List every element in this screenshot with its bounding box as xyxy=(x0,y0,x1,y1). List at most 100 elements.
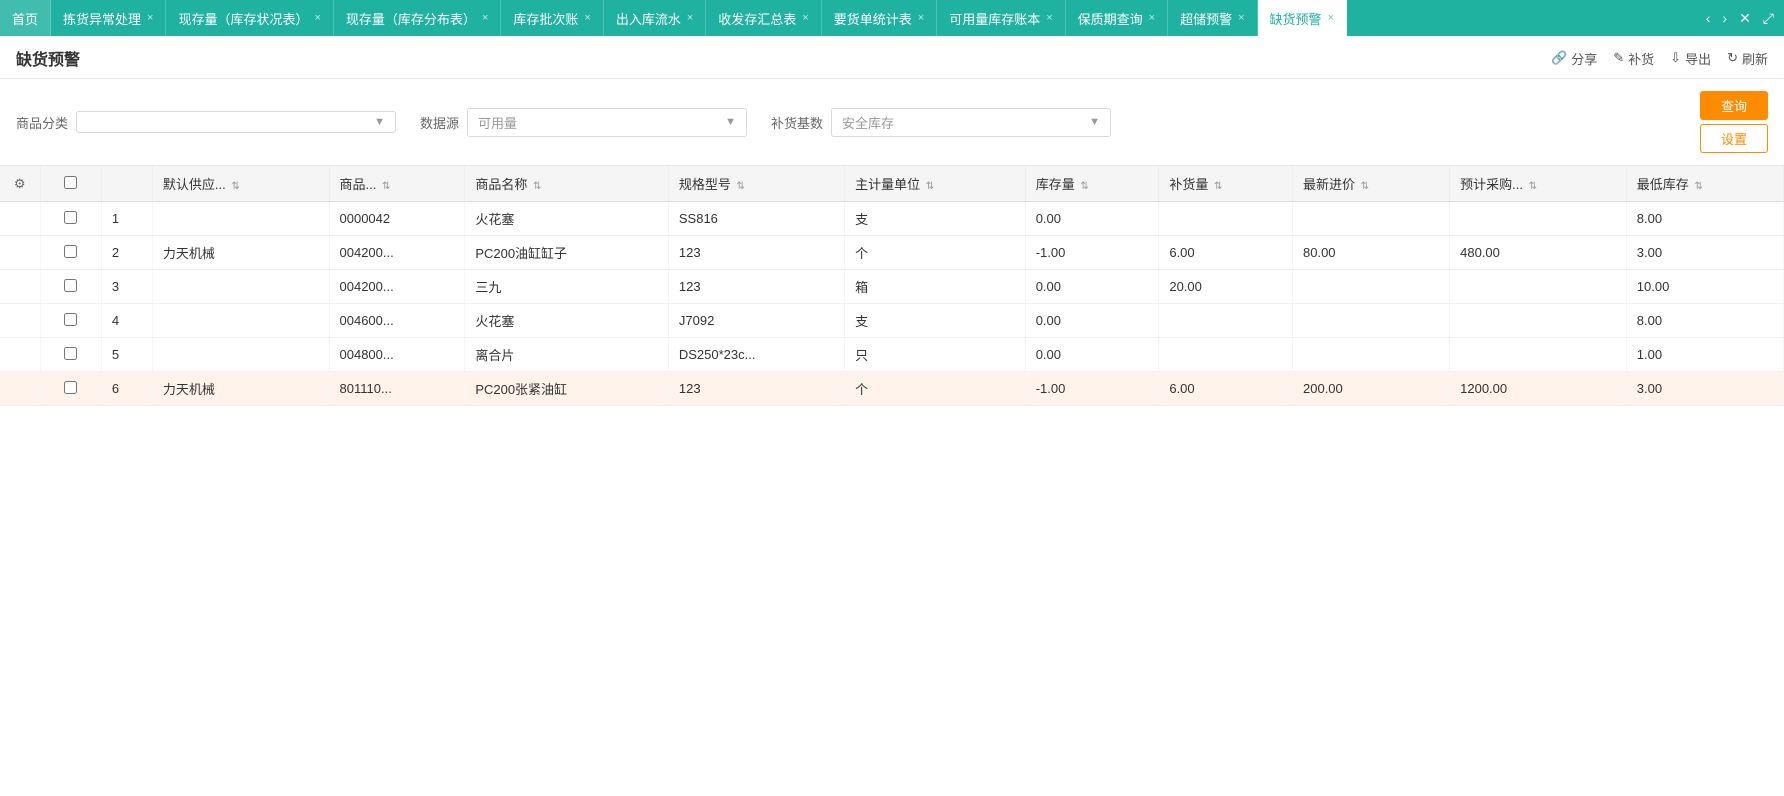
datasource-label: 数据源 xyxy=(420,113,459,132)
row-checkbox-cell[interactable] xyxy=(40,270,101,304)
row-spec: J7092 xyxy=(668,304,844,338)
table-container: ⚙ 默认供应... ⇅ 商品... ⇅ 商品名称 xyxy=(0,166,1784,406)
table-row: 4 004600... 火花塞 J7092 支 0.00 8.00 xyxy=(0,304,1784,338)
row-checkbox[interactable] xyxy=(64,279,77,292)
tab-close-all[interactable]: ✕ xyxy=(1733,6,1757,31)
category-label: 商品分类 xyxy=(16,113,68,132)
col-checkbox-header[interactable] xyxy=(40,166,101,202)
col-product-code-label: 商品... xyxy=(340,177,377,192)
tab-shortage-close[interactable]: × xyxy=(1328,12,1334,24)
tab-inventory-dist-close[interactable]: × xyxy=(482,12,488,24)
row-checkbox[interactable] xyxy=(64,313,77,326)
row-stock: -1.00 xyxy=(1025,372,1159,406)
col-min-stock-header[interactable]: 最低库存 ⇅ xyxy=(1626,166,1783,202)
min-stock-sort-icon[interactable]: ⇅ xyxy=(1694,181,1702,192)
row-checkbox[interactable] xyxy=(64,347,77,360)
page-title: 缺货预警 xyxy=(16,46,80,70)
filter-bar: 商品分类 ▼ 数据源 可用量 ▼ 补货基数 安全库存 ▼ 查询 设置 xyxy=(0,79,1784,166)
spec-sort-icon[interactable]: ⇅ xyxy=(737,181,745,192)
row-est-purchase xyxy=(1450,338,1627,372)
tab-maximize[interactable]: ⤢ xyxy=(1757,6,1780,31)
col-supplier-header[interactable]: 默认供应... ⇅ xyxy=(152,166,329,202)
replenish-button[interactable]: ✎ 补货 xyxy=(1613,49,1654,68)
row-checkbox-cell[interactable] xyxy=(40,372,101,406)
tab-bar: 首页 拣货异常处理 × 现存量（库存状况表） × 现存量（库存分布表） × 库存… xyxy=(0,0,1784,36)
datasource-select[interactable]: 可用量 ▼ xyxy=(467,108,747,137)
row-checkbox[interactable] xyxy=(64,211,77,224)
settings-button[interactable]: 设置 xyxy=(1700,124,1768,153)
tab-overstock[interactable]: 超储预警 × xyxy=(1168,0,1257,36)
unit-sort-icon[interactable]: ⇅ xyxy=(926,181,934,192)
col-min-stock-label: 最低库存 xyxy=(1637,177,1689,192)
query-button[interactable]: 查询 xyxy=(1700,91,1768,120)
export-button[interactable]: ⇩ 导出 xyxy=(1670,49,1711,68)
tab-expiry[interactable]: 保质期查询 × xyxy=(1066,0,1168,36)
share-button[interactable]: 🔗 分享 xyxy=(1551,49,1597,68)
row-index: 2 xyxy=(101,236,152,270)
page-content: 缺货预警 🔗 分享 ✎ 补货 ⇩ 导出 ↻ 刷新 商品分类 xyxy=(0,36,1784,796)
tab-req-stats[interactable]: 要货单统计表 × xyxy=(822,0,937,36)
tab-inventory-status-close[interactable]: × xyxy=(314,12,320,24)
row-settings-cell xyxy=(0,202,40,236)
tab-req-stats-close[interactable]: × xyxy=(918,12,924,24)
tab-expiry-close[interactable]: × xyxy=(1149,12,1155,24)
tab-scroll-right[interactable]: › xyxy=(1716,6,1733,30)
category-select[interactable]: ▼ xyxy=(76,111,396,133)
tab-home[interactable]: 首页 xyxy=(0,0,51,36)
tab-expiry-label: 保质期查询 xyxy=(1078,9,1143,28)
tab-overstock-close[interactable]: × xyxy=(1238,12,1244,24)
stock-sort-icon[interactable]: ⇅ xyxy=(1080,181,1088,192)
tab-flow[interactable]: 出入库流水 × xyxy=(604,0,706,36)
col-latest-price-header[interactable]: 最新进价 ⇅ xyxy=(1293,166,1450,202)
col-supplier-label: 默认供应... xyxy=(163,177,226,192)
col-product-name-header[interactable]: 商品名称 ⇅ xyxy=(465,166,669,202)
product-name-sort-icon[interactable]: ⇅ xyxy=(533,181,541,192)
row-settings-cell xyxy=(0,304,40,338)
replenish-select[interactable]: 安全库存 ▼ xyxy=(831,108,1111,137)
row-settings-cell xyxy=(0,270,40,304)
row-checkbox[interactable] xyxy=(64,245,77,258)
col-replenish-qty-label: 补货量 xyxy=(1169,177,1208,192)
settings-gear-icon[interactable]: ⚙ xyxy=(14,176,26,191)
select-all-checkbox[interactable] xyxy=(64,176,77,189)
tab-shortage[interactable]: 缺货预警 × xyxy=(1258,0,1347,36)
tab-flow-close[interactable]: × xyxy=(687,12,693,24)
row-checkbox[interactable] xyxy=(64,381,77,394)
tab-available-label: 可用量库存账本 xyxy=(949,9,1040,28)
row-checkbox-cell[interactable] xyxy=(40,304,101,338)
tab-scroll-left[interactable]: ‹ xyxy=(1700,6,1717,30)
share-icon: 🔗 xyxy=(1551,50,1567,66)
tab-exception-close[interactable]: × xyxy=(147,12,153,24)
row-product-code: 004200... xyxy=(329,236,465,270)
col-index-header xyxy=(101,166,152,202)
col-product-code-header[interactable]: 商品... ⇅ xyxy=(329,166,465,202)
row-checkbox-cell[interactable] xyxy=(40,338,101,372)
tab-summary[interactable]: 收发存汇总表 × xyxy=(706,0,821,36)
row-replenish-qty: 6.00 xyxy=(1159,372,1293,406)
tab-inventory-dist-label: 现存量（库存分布表） xyxy=(346,9,476,28)
col-settings-header[interactable]: ⚙ xyxy=(0,166,40,202)
tab-batch[interactable]: 库存批次账 × xyxy=(501,0,603,36)
col-est-purchase-header[interactable]: 预计采购... ⇅ xyxy=(1450,166,1627,202)
tab-inventory-dist[interactable]: 现存量（库存分布表） × xyxy=(334,0,501,36)
tab-available[interactable]: 可用量库存账本 × xyxy=(937,0,1065,36)
replenish-qty-sort-icon[interactable]: ⇅ xyxy=(1214,181,1222,192)
row-checkbox-cell[interactable] xyxy=(40,202,101,236)
row-latest-price xyxy=(1293,202,1450,236)
refresh-button[interactable]: ↻ 刷新 xyxy=(1727,49,1768,68)
tab-available-close[interactable]: × xyxy=(1046,12,1052,24)
product-code-sort-icon[interactable]: ⇅ xyxy=(382,181,390,192)
tab-summary-close[interactable]: × xyxy=(802,12,808,24)
supplier-sort-icon[interactable]: ⇅ xyxy=(231,181,239,192)
est-purchase-sort-icon[interactable]: ⇅ xyxy=(1529,181,1537,192)
tab-batch-close[interactable]: × xyxy=(584,12,590,24)
col-stock-header[interactable]: 库存量 ⇅ xyxy=(1025,166,1159,202)
tab-summary-label: 收发存汇总表 xyxy=(718,9,796,28)
tab-inventory-status[interactable]: 现存量（库存状况表） × xyxy=(166,0,333,36)
row-checkbox-cell[interactable] xyxy=(40,236,101,270)
col-replenish-qty-header[interactable]: 补货量 ⇅ xyxy=(1159,166,1293,202)
col-unit-header[interactable]: 主计量单位 ⇅ xyxy=(845,166,1026,202)
latest-price-sort-icon[interactable]: ⇅ xyxy=(1361,181,1369,192)
col-spec-header[interactable]: 规格型号 ⇅ xyxy=(668,166,844,202)
tab-exception[interactable]: 拣货异常处理 × xyxy=(51,0,166,36)
